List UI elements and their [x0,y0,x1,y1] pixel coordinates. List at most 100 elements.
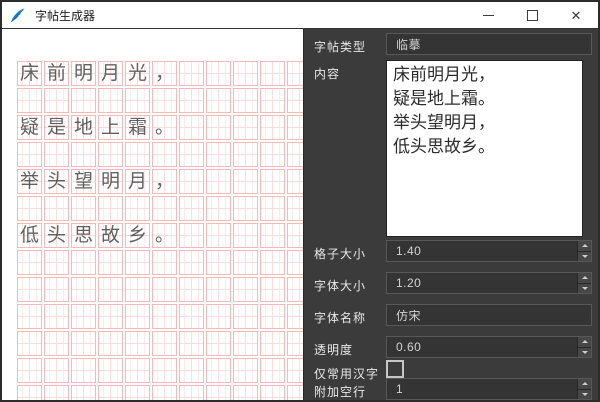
grid-cell [233,196,258,221]
grid-char: 思 [73,225,93,246]
minimize-button[interactable] [466,2,510,28]
content-textarea[interactable]: 床前明月光， 疑是地上霜。 举头望明月， 低头思故乡。 [386,60,583,237]
grid-cell [44,196,69,221]
grid-cell [44,250,69,275]
grid-cell [44,88,69,113]
grid-cell [287,115,303,140]
grid-row [17,331,303,356]
grid-cell [233,115,258,140]
extra-lines-input[interactable] [386,378,592,400]
extra-lines-spinbox [386,378,592,400]
grid-cell [71,358,96,383]
spin-buttons [577,241,591,261]
chevron-up-icon [581,276,588,280]
chevron-up-icon [581,340,588,344]
grid-cell [206,277,231,302]
grid-cell [260,196,285,221]
grid-cell [152,385,177,400]
spin-down-button[interactable] [578,346,591,357]
chevron-down-icon [581,350,588,354]
grid-cell [260,142,285,167]
chevron-down-icon [581,392,588,396]
font-size-label: 字体大小 [314,279,367,293]
grid-cell [179,358,204,383]
grid-cell [17,196,42,221]
grid-cell [206,88,231,113]
grid-cell: 疑 [17,115,42,140]
grid-cell: 月 [98,61,123,86]
grid-cell [206,250,231,275]
copybook-preview: 床前明月光，疑是地上霜。举头望明月，低头思故乡。 [2,29,303,400]
grid-char: 月 [127,171,147,192]
grid-cell [125,358,150,383]
grid-cell [260,223,285,248]
grid-char: 上 [100,117,120,138]
grid-cell [206,385,231,400]
grid-cell [125,250,150,275]
spin-down-button[interactable] [578,282,591,293]
grid-cell [260,169,285,194]
close-button[interactable]: ✕ [554,2,598,28]
grid-cell [152,304,177,329]
grid-cell [260,385,285,400]
grid-cell [125,277,150,302]
grid-cell: 霜 [125,115,150,140]
font-size-input[interactable] [386,272,592,294]
grid-cell [179,277,204,302]
opacity-label: 透明度 [314,343,354,357]
grid-cell [260,88,285,113]
grid-cell [152,88,177,113]
grid-cell [287,277,303,302]
grid-row [17,304,303,329]
copybook-type-input[interactable] [386,33,592,55]
grid-char: 明 [100,171,120,192]
grid-char: 疑 [19,117,39,138]
spin-down-button[interactable] [578,250,591,261]
grid-char: 床 [19,63,39,84]
spin-up-button[interactable] [578,273,591,283]
spin-down-button[interactable] [578,388,591,399]
grid-cell: 。 [152,223,177,248]
grid-cell [260,61,285,86]
grid-row [17,142,303,167]
grid-char: 。 [154,225,174,246]
grid-cell [98,277,123,302]
grid-cell [152,250,177,275]
field-opacity: 透明度 [314,336,592,358]
grid-row: 疑是地上霜。 [17,115,303,140]
grid-char: 头 [46,225,66,246]
grid-cell [233,250,258,275]
grid-cell [233,331,258,356]
grid-cell [287,142,303,167]
spin-up-button[interactable] [578,379,591,389]
grid-cell [206,196,231,221]
spin-up-button[interactable] [578,241,591,251]
grid-cell [206,61,231,86]
grid-cell [206,304,231,329]
grid-cell [287,385,303,400]
grid-cell: 故 [98,223,123,248]
maximize-button[interactable] [510,2,554,28]
common-chars-checkbox[interactable] [386,360,404,378]
grid-cell [233,385,258,400]
grid-cell [233,61,258,86]
grid-cell [179,385,204,400]
spin-buttons [577,337,591,357]
grid-row [17,358,303,383]
grid-cell [98,88,123,113]
grid-size-input[interactable] [386,240,592,262]
grid-cell [179,142,204,167]
font-name-input[interactable] [386,304,592,326]
opacity-input[interactable] [386,336,592,358]
grid-char: 望 [73,171,93,192]
grid-cell [287,358,303,383]
grid-cell [233,88,258,113]
field-font-name: 字体名称 [314,304,592,326]
spin-up-button[interactable] [578,337,591,347]
grid-cell [17,250,42,275]
grid-char: 地 [73,117,93,138]
grid-cell: 明 [98,169,123,194]
app-window: 字帖生成器 ✕ 床前明月光，疑是地上霜。举头望明月，低头思故乡。 字帖类型 内容… [0,0,600,402]
grid-cell [98,196,123,221]
grid-row [17,277,303,302]
